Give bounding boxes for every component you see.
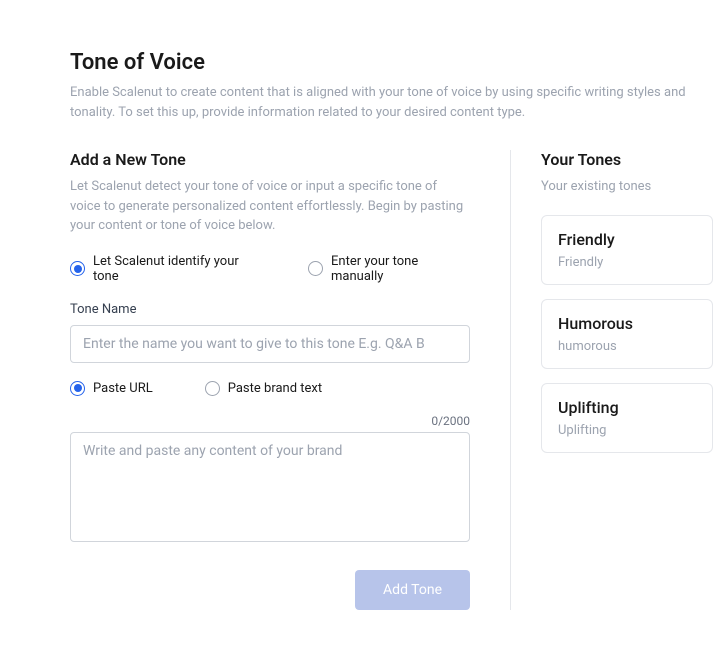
brand-content-textarea[interactable] (70, 432, 470, 542)
your-tones-sub: Your existing tones (541, 177, 713, 197)
add-tone-heading: Add a New Tone (70, 150, 470, 169)
add-tone-button[interactable]: Add Tone (355, 570, 470, 610)
radio-icon (308, 261, 323, 276)
tone-of-voice-page: Tone of Voice Enable Scalenut to create … (0, 0, 713, 657)
button-row: Add Tone (70, 570, 470, 610)
radio-identify-tone[interactable]: Let Scalenut identify your tone (70, 254, 263, 284)
radio-label: Enter your tone manually (331, 254, 470, 284)
tone-card-desc: Friendly (558, 255, 696, 270)
tone-card-desc: humorous (558, 339, 696, 354)
tone-card-name: Humorous (558, 314, 696, 333)
radio-label: Paste URL (93, 381, 153, 396)
tone-card[interactable]: Friendly Friendly (541, 215, 713, 285)
add-tone-description: Let Scalenut detect your tone of voice o… (70, 177, 470, 236)
radio-paste-url[interactable]: Paste URL (70, 381, 153, 396)
radio-paste-text[interactable]: Paste brand text (205, 381, 322, 396)
radio-icon (70, 381, 85, 396)
tone-card[interactable]: Humorous humorous (541, 299, 713, 369)
radio-icon (70, 261, 85, 276)
radio-icon (205, 381, 220, 396)
your-tones-panel: Your Tones Your existing tones Friendly … (510, 150, 713, 610)
tone-card-name: Uplifting (558, 398, 696, 417)
add-tone-panel: Add a New Tone Let Scalenut detect your … (70, 150, 470, 610)
page-title: Tone of Voice (70, 50, 713, 75)
radio-label: Let Scalenut identify your tone (93, 254, 263, 284)
tone-mode-radio-group: Let Scalenut identify your tone Enter yo… (70, 254, 470, 284)
tone-name-label: Tone Name (70, 302, 470, 317)
page-description: Enable Scalenut to create content that i… (70, 83, 710, 122)
tone-card-desc: Uplifting (558, 423, 696, 438)
radio-label: Paste brand text (228, 381, 322, 396)
char-counter: 0/2000 (70, 414, 470, 428)
tone-card[interactable]: Uplifting Uplifting (541, 383, 713, 453)
source-radio-group: Paste URL Paste brand text (70, 381, 470, 396)
tone-card-name: Friendly (558, 230, 696, 249)
content-columns: Add a New Tone Let Scalenut detect your … (70, 150, 713, 610)
your-tones-heading: Your Tones (541, 150, 713, 169)
tone-name-input[interactable] (70, 325, 470, 363)
radio-manual-tone[interactable]: Enter your tone manually (308, 254, 470, 284)
